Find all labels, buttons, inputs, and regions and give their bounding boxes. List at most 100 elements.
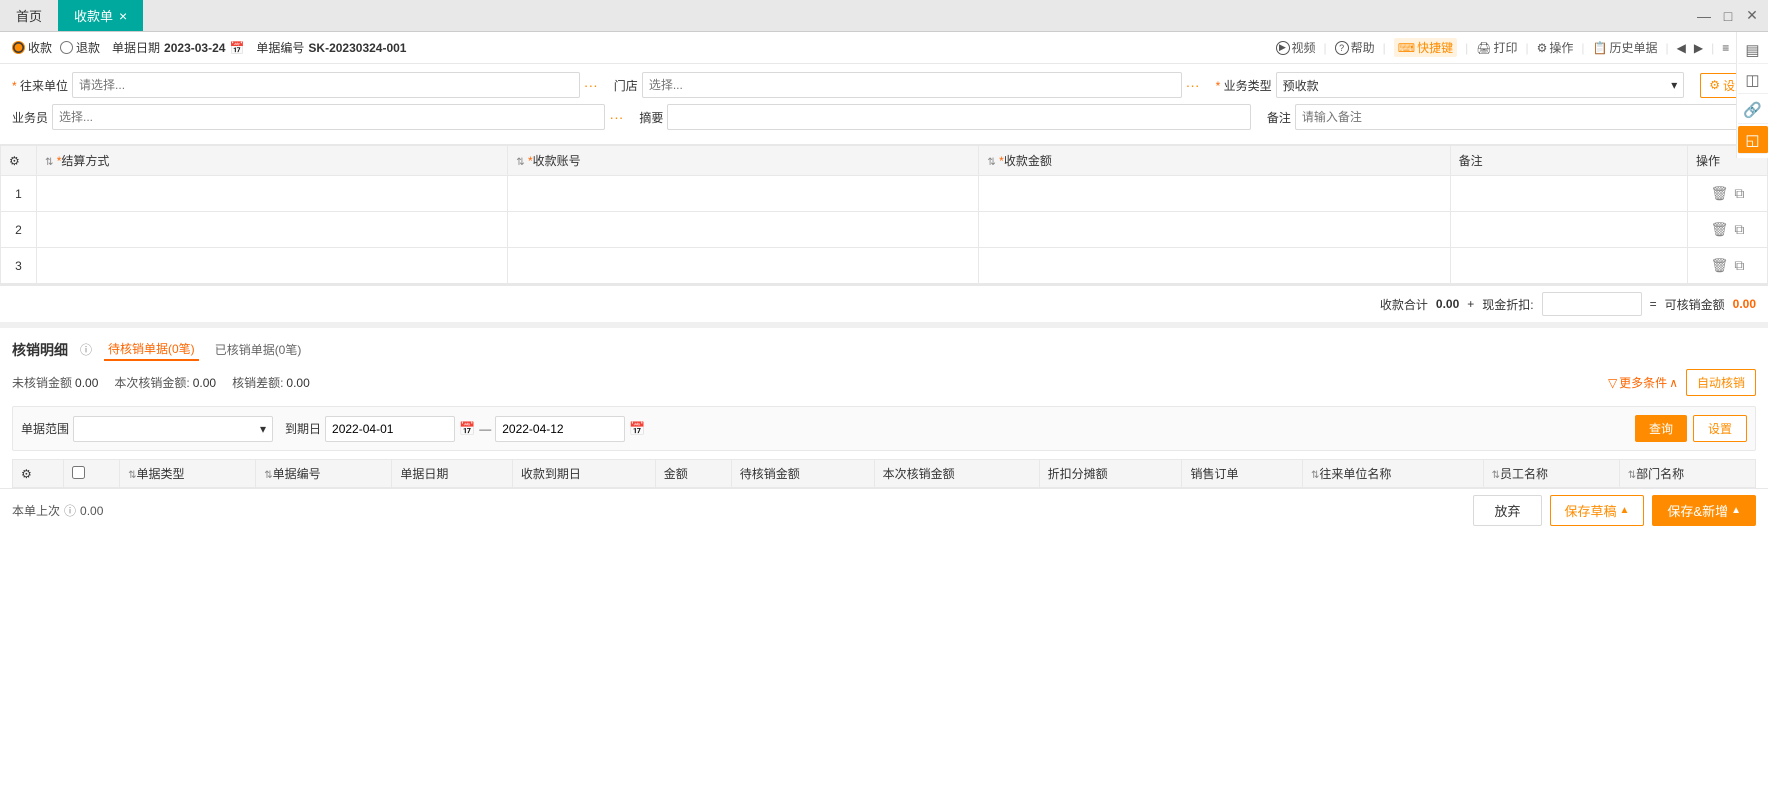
bt-th-date: 单据日期 — [392, 460, 513, 488]
tab-bar: 首页 收款单 × — □ ✕ — [0, 0, 1768, 32]
print-btn[interactable]: 🖨 打印 — [1476, 39, 1517, 56]
video-btn[interactable]: ▶ 视频 — [1276, 39, 1316, 56]
prev-btn[interactable]: ◀ — [1677, 41, 1686, 55]
bt-th-duedate: 收款到期日 — [512, 460, 655, 488]
bt-th-sales-order: 销售订单 — [1182, 460, 1303, 488]
hexiao-stats: 未核销金额 0.00 本次核销金额: 0.00 核销差额: 0.00 ▽ 更多条… — [12, 369, 1756, 396]
form-row-2: 业务员 ··· 摘要 备注 — [12, 104, 1756, 130]
video-icon: ▶ — [1276, 41, 1290, 55]
operation-icon: ⚙ — [1537, 41, 1548, 55]
maximize-btn[interactable]: □ — [1720, 8, 1736, 24]
note-input[interactable] — [1295, 104, 1756, 130]
right-sidebar: ▤ ◫ 🔗 ◱ — [1736, 32, 1768, 158]
help-icon: ? — [1335, 41, 1349, 55]
store-input[interactable] — [642, 72, 1182, 98]
sidebar-view-icon[interactable]: ◫ — [1738, 66, 1768, 94]
th-note: 备注 — [1450, 146, 1687, 176]
th-account: ⇅ *收款账号 — [508, 146, 979, 176]
hexiao-info-icon[interactable]: ⓘ — [80, 341, 92, 358]
row2-copy-icon[interactable]: ⧉ — [1734, 221, 1744, 238]
radio-receipt[interactable]: 收款 — [12, 39, 52, 56]
hexiao-section: 核销明细 ⓘ 待核销单据(0笔) 已核销单据(0笔) 未核销金额 0.00 本次… — [0, 322, 1768, 488]
abandon-btn[interactable]: 放弃 — [1473, 495, 1541, 526]
minimize-btn[interactable]: — — [1696, 8, 1712, 24]
table-row: 2 🗑 ⧉ — [1, 212, 1768, 248]
row3-delete-icon[interactable]: 🗑 — [1711, 257, 1729, 274]
settings-btn[interactable]: 设置 — [1693, 415, 1747, 442]
th-amount: ⇅ *收款金额 — [979, 146, 1450, 176]
row1-copy-icon[interactable]: ⧉ — [1734, 185, 1744, 202]
next-btn[interactable]: ▶ — [1694, 41, 1703, 55]
cal-start-icon[interactable]: 📅 — [459, 421, 475, 437]
staff-more-icon[interactable]: ··· — [609, 109, 623, 125]
business-type-field: * 业务类型 预收款 ▾ — [1216, 72, 1685, 98]
pending-tab[interactable]: 待核销单据(0笔) — [104, 338, 199, 361]
hexiao-header: 核销明细 ⓘ 待核销单据(0笔) 已核销单据(0笔) — [12, 338, 1756, 361]
partner-more-icon[interactable]: ··· — [584, 77, 598, 93]
total-value: 0.00 — [1436, 297, 1459, 311]
row1-delete-icon[interactable]: 🗑 — [1711, 185, 1729, 202]
shortcut-btn[interactable]: ⌨ 快捷键 — [1394, 38, 1457, 57]
business-type-select[interactable]: 预收款 ▾ — [1276, 72, 1685, 98]
footer-bar: 本单上次 ⓘ 0.00 放弃 保存草稿 ▲ 保存&新增 ▲ — [0, 488, 1768, 532]
save-btn[interactable]: 保存&新增 ▲ — [1652, 495, 1756, 526]
row3-copy-icon[interactable]: ⧉ — [1734, 257, 1744, 274]
store-more-icon[interactable]: ··· — [1186, 77, 1200, 93]
due-date-start-input[interactable] — [325, 416, 455, 442]
cal-end-icon[interactable]: 📅 — [629, 421, 645, 437]
radio-refund[interactable]: 退款 — [60, 39, 100, 56]
bt-th-current: 本次核销金额 — [874, 460, 1039, 488]
number-field: 单据编号 SK-20230324-001 — [256, 39, 406, 56]
sidebar-attach-icon[interactable]: 🔗 — [1738, 96, 1768, 124]
help-btn[interactable]: ? 帮助 — [1335, 39, 1375, 56]
summary-input[interactable] — [667, 104, 1250, 130]
tab-receipt[interactable]: 收款单 × — [58, 0, 143, 31]
operation-btn[interactable]: ⚙ 操作 — [1537, 39, 1574, 56]
more-filter-btn[interactable]: ▽ 更多条件 ∧ — [1608, 374, 1678, 391]
discount-input[interactable] — [1542, 292, 1642, 316]
query-btn[interactable]: 查询 — [1635, 415, 1687, 442]
print-icon: 🖨 — [1476, 41, 1491, 55]
tab-home[interactable]: 首页 — [0, 0, 58, 31]
calendar-icon[interactable]: 📅 — [229, 41, 244, 55]
done-tab[interactable]: 已核销单据(0笔) — [211, 339, 306, 360]
form-row-1: * 往来单位 ··· 门店 ··· * 业务类型 预收款 ▾ ⚙ 设置 — [12, 72, 1756, 98]
footer-info-icon[interactable]: ⓘ — [64, 502, 76, 519]
current-stat: 本次核销金额: 0.00 — [114, 374, 216, 391]
shortcut-icon: ⌨ — [1398, 41, 1415, 55]
store-field: 门店 ··· — [614, 72, 1200, 98]
bottom-table-section: ⚙ ⇅单据类型 ⇅单据编号 单据日期 收款到期日 金额 待核销 — [12, 459, 1756, 488]
bt-th-settings[interactable]: ⚙ — [13, 460, 64, 488]
toolbar: 收款 退款 单据日期 2023-03-24 📅 单据编号 SK-20230324… — [0, 32, 1768, 64]
bt-th-check[interactable] — [64, 460, 120, 488]
form-section: * 往来单位 ··· 门店 ··· * 业务类型 预收款 ▾ ⚙ 设置 — [0, 64, 1768, 145]
bt-th-amount: 金额 — [655, 460, 731, 488]
filter-actions: ▽ 更多条件 ∧ 自动核销 — [1608, 369, 1756, 396]
partner-field: * 往来单位 ··· — [12, 72, 598, 98]
history-btn[interactable]: 📋 历史单据 — [1593, 39, 1658, 56]
select-all-checkbox[interactable] — [72, 466, 85, 479]
date-field: 单据日期 2023-03-24 📅 — [112, 39, 244, 56]
auto-hexiao-btn[interactable]: 自动核销 — [1686, 369, 1756, 396]
range-dropdown[interactable]: ▾ — [73, 416, 273, 442]
sidebar-table-icon[interactable]: ▤ — [1738, 36, 1768, 64]
summary-row: 收款合计 0.00 + 现金折扣: = 可核销金额 0.00 — [0, 285, 1768, 322]
due-date-end-input[interactable] — [495, 416, 625, 442]
th-settings[interactable]: ⚙ — [1, 146, 37, 176]
dropdown-arrow-icon: ▾ — [1671, 78, 1677, 92]
row2-delete-icon[interactable]: 🗑 — [1711, 221, 1729, 238]
close-btn[interactable]: ✕ — [1744, 8, 1760, 24]
draft-btn[interactable]: 保存草稿 ▲ — [1550, 495, 1645, 526]
partner-input[interactable] — [72, 72, 580, 98]
gear-icon: ⚙ — [1709, 78, 1720, 92]
staff-input[interactable] — [52, 104, 605, 130]
tab-close-icon[interactable]: × — [119, 8, 127, 24]
bt-th-partner: ⇅往来单位名称 — [1303, 460, 1484, 488]
range-field: 单据范围 ▾ — [21, 416, 273, 442]
bt-th-number: ⇅单据编号 — [256, 460, 392, 488]
bt-th-type: ⇅单据类型 — [120, 460, 256, 488]
layout-icon[interactable]: ≡ — [1722, 41, 1729, 55]
footer-actions: 放弃 保存草稿 ▲ 保存&新增 ▲ — [1473, 495, 1756, 526]
sidebar-expand-icon[interactable]: ◱ — [1738, 126, 1768, 154]
footer-info: 本单上次 ⓘ 0.00 — [12, 502, 103, 519]
